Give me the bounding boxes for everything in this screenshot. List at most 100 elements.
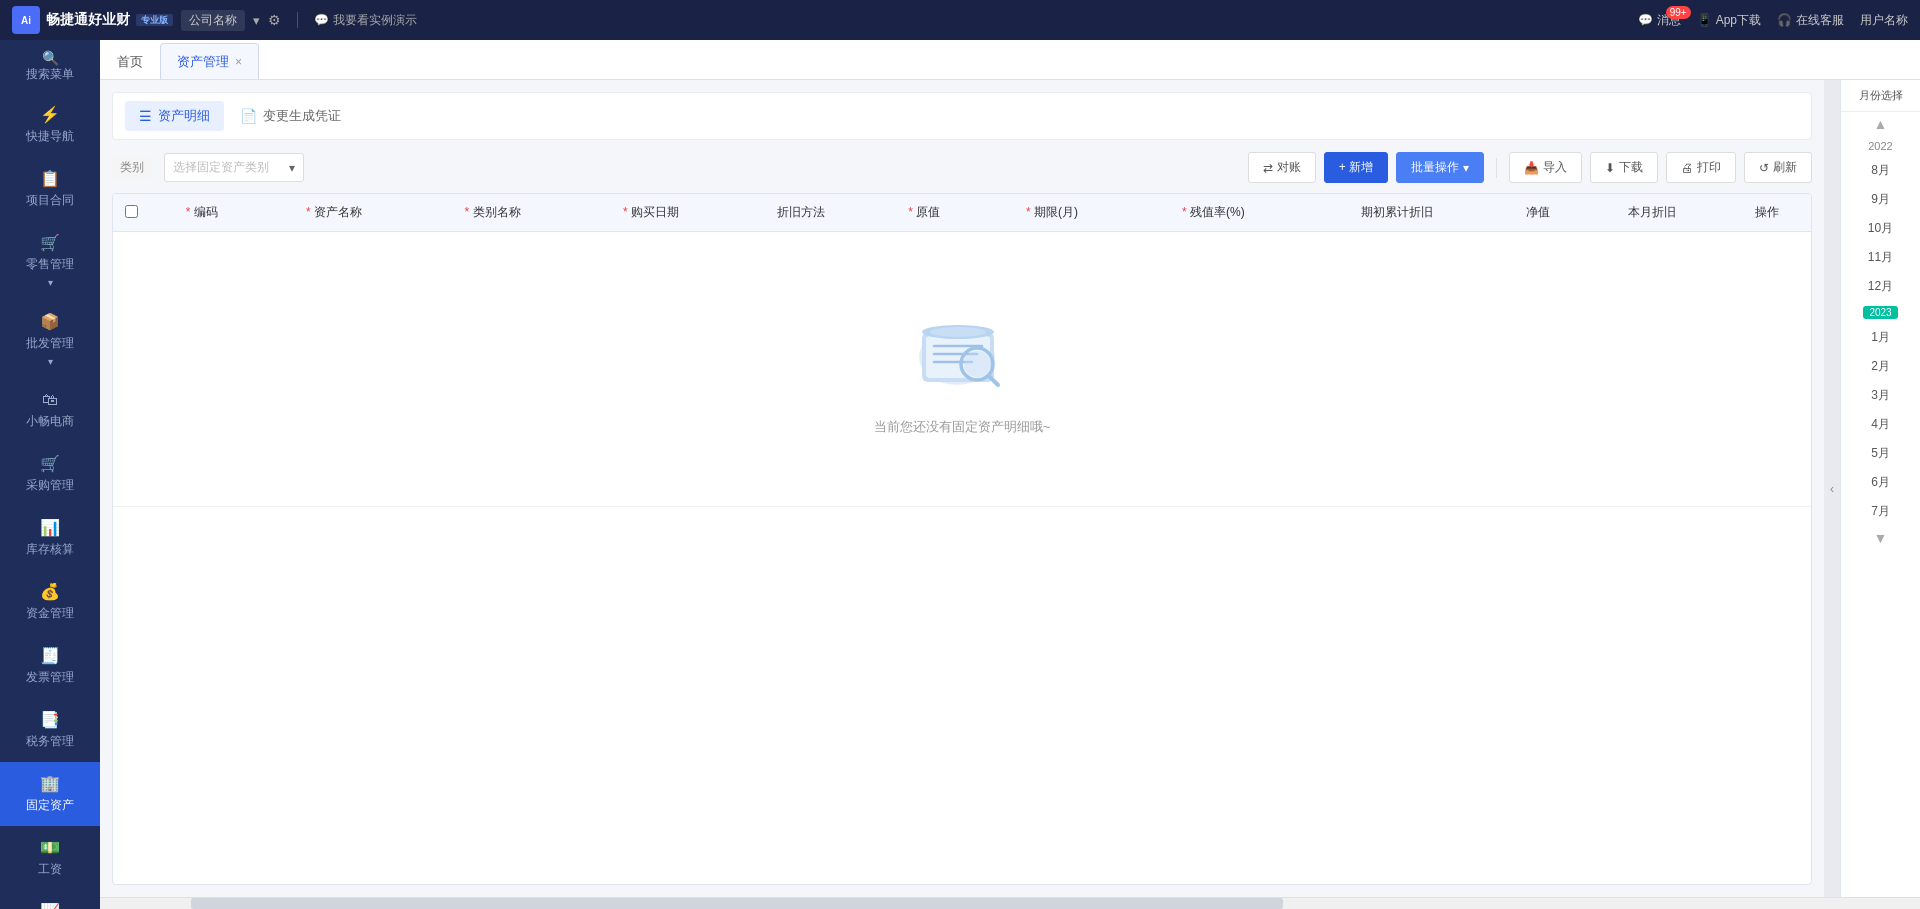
sidebar-item-project[interactable]: 📋 项目合同: [0, 157, 100, 221]
add-button[interactable]: + 新增: [1324, 152, 1388, 183]
operation-icon: 📈: [40, 902, 60, 909]
month-panel-scroll[interactable]: ▲ 2022 8月 9月 10月 11月 12月 2023 1月 2月 3月: [1841, 112, 1920, 897]
sidebar-search[interactable]: 🔍 搜索菜单: [0, 40, 100, 93]
th-category: 类别名称: [413, 194, 572, 232]
ecommerce-label: 小畅电商: [26, 413, 74, 430]
month-item-2022-08[interactable]: 8月: [1841, 156, 1920, 185]
message-button[interactable]: 💬 消息 99+: [1638, 12, 1681, 29]
user-info[interactable]: 用户名称: [1860, 12, 1908, 29]
sidebar-item-invoice[interactable]: 🧾 发票管理: [0, 634, 100, 698]
month-nav-down[interactable]: ▼: [1841, 526, 1920, 550]
retail-icon: 🛒: [40, 233, 60, 252]
download-button[interactable]: ⬇ 下载: [1590, 152, 1658, 183]
voucher-tab-icon: 📄: [240, 108, 257, 124]
reconcile-icon: ⇄: [1263, 161, 1273, 175]
month-item-2023-01[interactable]: 1月: [1841, 323, 1920, 352]
sub-tab-voucher[interactable]: 📄 变更生成凭证: [226, 101, 355, 131]
sidebar-item-wholesale[interactable]: 📦 批发管理 ▾: [0, 300, 100, 379]
month-nav-up[interactable]: ▲: [1841, 112, 1920, 136]
empty-state-cell: 当前您还没有固定资产明细哦~: [113, 232, 1811, 507]
reconcile-button[interactable]: ⇄ 对账: [1248, 152, 1316, 183]
refresh-button[interactable]: ↺ 刷新: [1744, 152, 1812, 183]
scrollbar-thumb: [191, 898, 1283, 909]
wholesale-label: 批发管理: [26, 335, 74, 352]
nav-icon: ⚡: [40, 105, 60, 124]
filter-category-label: 类别: [112, 155, 152, 180]
th-purchase-date: 购买日期: [572, 194, 731, 232]
th-operation: 操作: [1723, 194, 1811, 232]
finance-label: 资金管理: [26, 605, 74, 622]
wholesale-icon: 📦: [40, 312, 60, 331]
th-monthly: 本月折旧: [1582, 194, 1723, 232]
content-area: 首页 资产管理 × ☰ 资产明细 📄 变更生成凭证: [100, 40, 1920, 909]
refresh-icon: ↺: [1759, 161, 1769, 175]
phone-icon: 📱: [1697, 13, 1712, 27]
demo-icon: 💬: [314, 13, 329, 27]
tab-assets[interactable]: 资产管理 ×: [160, 43, 259, 79]
page-container: ☰ 资产明细 📄 变更生成凭证 类别 选择固定资产类别 ▾: [100, 80, 1920, 897]
th-checkbox: [113, 194, 149, 232]
wholesale-arrow-icon: ▾: [48, 356, 53, 367]
svg-point-7: [964, 351, 990, 377]
sidebar-item-finance[interactable]: 💰 资金管理: [0, 570, 100, 634]
filter-category-select[interactable]: 选择固定资产类别 ▾: [164, 153, 304, 182]
month-item-2022-12[interactable]: 12月: [1841, 272, 1920, 301]
sidebar-item-nav[interactable]: ⚡ 快捷导航: [0, 93, 100, 157]
tab-home[interactable]: 首页: [100, 43, 160, 79]
empty-state: 当前您还没有固定资产明细哦~: [121, 242, 1803, 496]
company-selector[interactable]: 公司名称: [181, 10, 245, 31]
batch-button[interactable]: 批量操作 ▾: [1396, 152, 1484, 183]
voucher-tab-label: 变更生成凭证: [263, 107, 341, 125]
sidebar-item-tax[interactable]: 📑 税务管理: [0, 698, 100, 762]
detail-tab-label: 资产明细: [158, 107, 210, 125]
ecommerce-icon: 🛍: [42, 391, 58, 409]
month-item-2023-03[interactable]: 3月: [1841, 381, 1920, 410]
month-item-2023-07[interactable]: 7月: [1841, 497, 1920, 526]
company-dropdown-icon[interactable]: ▾: [253, 13, 260, 28]
demo-link[interactable]: 💬 我要看实例演示: [314, 12, 417, 29]
month-item-2023-04[interactable]: 4月: [1841, 410, 1920, 439]
sidebar-item-inventory[interactable]: 📊 库存核算: [0, 506, 100, 570]
year-2022: 2022: [1841, 136, 1920, 156]
tab-assets-label: 资产管理: [177, 53, 229, 71]
month-item-2023-05[interactable]: 5月: [1841, 439, 1920, 468]
sidebar-item-ecommerce[interactable]: 🛍 小畅电商: [0, 379, 100, 442]
tab-close-icon[interactable]: ×: [235, 55, 242, 69]
month-item-2022-10[interactable]: 10月: [1841, 214, 1920, 243]
service-label: 在线客服: [1796, 12, 1844, 29]
import-button[interactable]: 📥 导入: [1509, 152, 1582, 183]
sidebar-item-purchase[interactable]: 🛒 采购管理: [0, 442, 100, 506]
select-all-checkbox[interactable]: [125, 205, 138, 218]
panel-toggle[interactable]: ‹: [1824, 80, 1840, 897]
settings-icon[interactable]: ⚙: [268, 12, 281, 28]
sidebar-item-operation[interactable]: 📈 经营管理: [0, 890, 100, 909]
sidebar: 🔍 搜索菜单 ⚡ 快捷导航 📋 项目合同 🛒 零售管理 ▾ 📦 批发管理 ▾ 🛍…: [0, 40, 100, 909]
empty-illustration: [902, 302, 1022, 402]
purchase-label: 采购管理: [26, 477, 74, 494]
sidebar-item-retail[interactable]: 🛒 零售管理 ▾: [0, 221, 100, 300]
app-download-button[interactable]: 📱 App下载: [1697, 12, 1761, 29]
bottom-scrollbar[interactable]: [100, 897, 1920, 909]
month-panel-title: 月份选择: [1841, 80, 1920, 112]
month-item-2022-09[interactable]: 9月: [1841, 185, 1920, 214]
sidebar-item-salary[interactable]: 💵 工资: [0, 826, 100, 890]
reconcile-label: 对账: [1277, 159, 1301, 176]
toolbar-separator: [1496, 158, 1497, 178]
tax-label: 税务管理: [26, 733, 74, 750]
empty-text: 当前您还没有固定资产明细哦~: [874, 418, 1051, 436]
app-name: 畅捷通好业财: [46, 11, 130, 29]
sub-tabs: ☰ 资产明细 📄 变更生成凭证: [112, 92, 1812, 140]
sub-tab-detail[interactable]: ☰ 资产明细: [125, 101, 224, 131]
month-panel: 月份选择 ▲ 2022 8月 9月 10月 11月 12月 2023 1月: [1840, 80, 1920, 897]
filter-placeholder: 选择固定资产类别: [173, 159, 285, 176]
month-item-2023-02[interactable]: 2月: [1841, 352, 1920, 381]
asset-table: 编码 资产名称 类别名称 购买日期 折旧方法 原值 期限(月) 残值率(%) 期…: [112, 193, 1812, 885]
month-item-2022-11[interactable]: 11月: [1841, 243, 1920, 272]
year-2023-badge-row: 2023: [1841, 301, 1920, 323]
salary-icon: 💵: [40, 838, 60, 857]
online-service-button[interactable]: 🎧 在线客服: [1777, 12, 1844, 29]
month-item-2023-06[interactable]: 6月: [1841, 468, 1920, 497]
sidebar-item-assets[interactable]: 🏢 固定资产: [0, 762, 100, 826]
th-period: 期限(月): [977, 194, 1127, 232]
print-button[interactable]: 🖨 打印: [1666, 152, 1736, 183]
